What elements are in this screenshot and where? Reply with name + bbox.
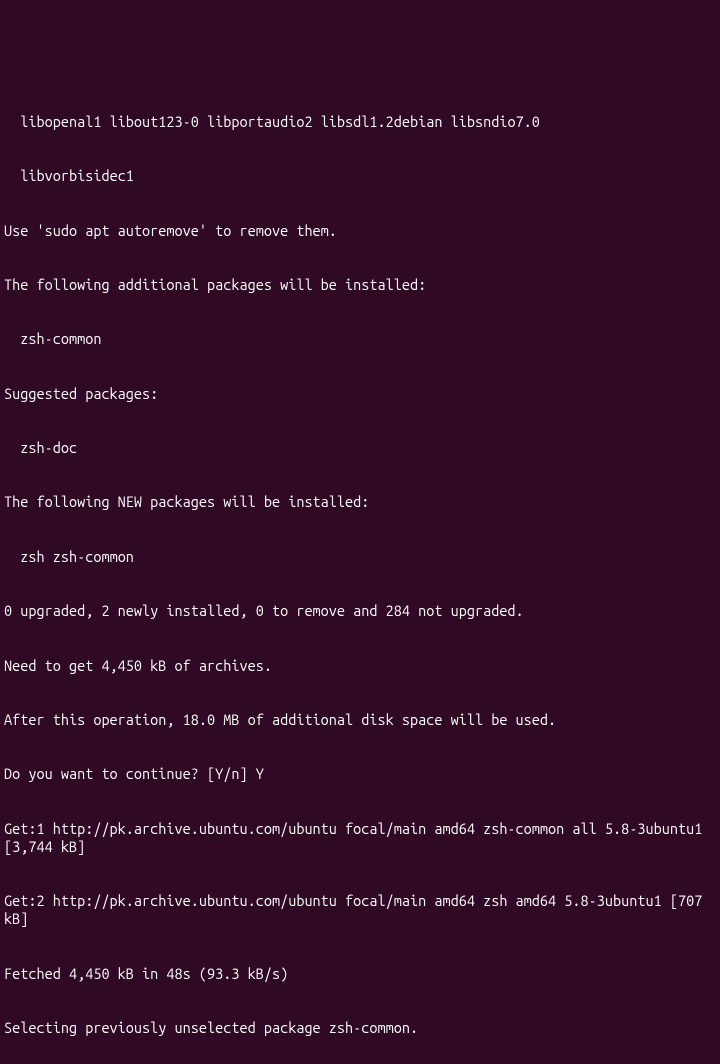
output-line: The following additional packages will b… <box>4 276 716 294</box>
output-line: libvorbisidec1 <box>4 167 716 185</box>
output-line: Get:1 http://pk.archive.ubuntu.com/ubunt… <box>4 820 716 856</box>
output-line: Need to get 4,450 kB of archives. <box>4 657 716 675</box>
output-line: libopenal1 libout123-0 libportaudio2 lib… <box>4 113 716 131</box>
output-line: Fetched 4,450 kB in 48s (93.3 kB/s) <box>4 965 716 983</box>
terminal-output: libopenal1 libout123-0 libportaudio2 lib… <box>4 77 716 1064</box>
output-line: After this operation, 18.0 MB of additio… <box>4 711 716 729</box>
output-line: zsh-common <box>4 330 716 348</box>
output-line: Selecting previously unselected package … <box>4 1019 716 1037</box>
output-line: 0 upgraded, 2 newly installed, 0 to remo… <box>4 602 716 620</box>
output-line: zsh-doc <box>4 439 716 457</box>
output-line: Do you want to continue? [Y/n] Y <box>4 765 716 783</box>
output-line: Get:2 http://pk.archive.ubuntu.com/ubunt… <box>4 892 716 928</box>
output-line: zsh zsh-common <box>4 548 716 566</box>
output-line: Use 'sudo apt autoremove' to remove them… <box>4 222 716 240</box>
output-line: The following NEW packages will be insta… <box>4 493 716 511</box>
output-line: Suggested packages: <box>4 385 716 403</box>
